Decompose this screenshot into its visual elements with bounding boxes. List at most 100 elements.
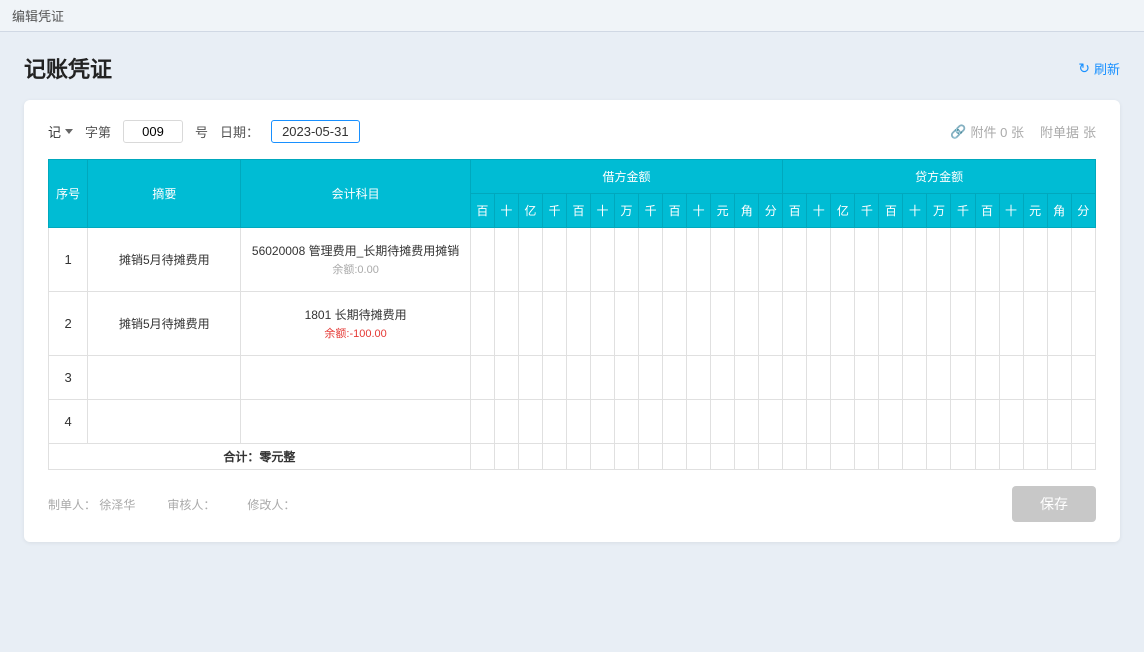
debit-digit-cell[interactable]: [711, 292, 735, 356]
debit-digit-cell[interactable]: [711, 400, 735, 444]
debit-digit-cell[interactable]: [518, 292, 542, 356]
debit-digit-cell[interactable]: [759, 356, 783, 400]
debit-digit-cell[interactable]: [542, 228, 566, 292]
credit-digit-cell[interactable]: [999, 292, 1023, 356]
credit-digit-cell[interactable]: [807, 400, 831, 444]
credit-digit-cell[interactable]: [879, 400, 903, 444]
debit-digit-cell[interactable]: [494, 400, 518, 444]
row-summary[interactable]: [88, 356, 241, 400]
debit-digit-cell[interactable]: [759, 400, 783, 444]
debit-digit-cell[interactable]: [566, 228, 590, 292]
credit-digit-cell[interactable]: [951, 292, 975, 356]
debit-digit-cell[interactable]: [735, 228, 759, 292]
credit-digit-cell[interactable]: [1071, 228, 1095, 292]
credit-digit-cell[interactable]: [783, 400, 807, 444]
debit-digit-cell[interactable]: [470, 400, 494, 444]
credit-digit-cell[interactable]: [855, 400, 879, 444]
debit-digit-cell[interactable]: [591, 400, 615, 444]
credit-digit-cell[interactable]: [783, 292, 807, 356]
voucher-number-input[interactable]: [123, 120, 183, 143]
credit-digit-cell[interactable]: [1023, 356, 1047, 400]
credit-digit-cell[interactable]: [999, 400, 1023, 444]
debit-digit-cell[interactable]: [566, 400, 590, 444]
credit-digit-cell[interactable]: [927, 292, 951, 356]
debit-digit-cell[interactable]: [615, 292, 639, 356]
credit-digit-cell[interactable]: [903, 400, 927, 444]
credit-digit-cell[interactable]: [1023, 228, 1047, 292]
row-summary[interactable]: 摊销5月待摊费用: [88, 292, 241, 356]
debit-digit-cell[interactable]: [591, 228, 615, 292]
credit-digit-cell[interactable]: [951, 228, 975, 292]
debit-digit-cell[interactable]: [566, 356, 590, 400]
credit-digit-cell[interactable]: [807, 292, 831, 356]
credit-digit-cell[interactable]: [975, 356, 999, 400]
debit-digit-cell[interactable]: [687, 228, 711, 292]
debit-digit-cell[interactable]: [639, 292, 663, 356]
debit-digit-cell[interactable]: [663, 292, 687, 356]
credit-digit-cell[interactable]: [927, 356, 951, 400]
credit-digit-cell[interactable]: [855, 292, 879, 356]
debit-digit-cell[interactable]: [470, 292, 494, 356]
row-account[interactable]: [241, 356, 471, 400]
debit-digit-cell[interactable]: [494, 356, 518, 400]
credit-digit-cell[interactable]: [999, 228, 1023, 292]
debit-digit-cell[interactable]: [735, 356, 759, 400]
credit-digit-cell[interactable]: [831, 400, 855, 444]
credit-digit-cell[interactable]: [807, 228, 831, 292]
credit-digit-cell[interactable]: [975, 228, 999, 292]
debit-digit-cell[interactable]: [687, 356, 711, 400]
debit-digit-cell[interactable]: [566, 292, 590, 356]
credit-digit-cell[interactable]: [975, 292, 999, 356]
debit-digit-cell[interactable]: [542, 400, 566, 444]
credit-digit-cell[interactable]: [1047, 400, 1071, 444]
row-account[interactable]: 56020008 管理费用_长期待摊费用摊销余额:0.00: [241, 228, 471, 292]
table-row[interactable]: 3: [49, 356, 1096, 400]
table-row[interactable]: 4: [49, 400, 1096, 444]
debit-digit-cell[interactable]: [663, 400, 687, 444]
debit-digit-cell[interactable]: [639, 228, 663, 292]
debit-digit-cell[interactable]: [591, 356, 615, 400]
credit-digit-cell[interactable]: [903, 356, 927, 400]
credit-digit-cell[interactable]: [1023, 400, 1047, 444]
debit-digit-cell[interactable]: [663, 228, 687, 292]
debit-digit-cell[interactable]: [639, 400, 663, 444]
table-row[interactable]: 1摊销5月待摊费用56020008 管理费用_长期待摊费用摊销余额:0.00: [49, 228, 1096, 292]
credit-digit-cell[interactable]: [1047, 356, 1071, 400]
credit-digit-cell[interactable]: [999, 356, 1023, 400]
credit-digit-cell[interactable]: [1071, 400, 1095, 444]
date-field[interactable]: 2023-05-31: [271, 120, 360, 143]
credit-digit-cell[interactable]: [951, 400, 975, 444]
credit-digit-cell[interactable]: [951, 356, 975, 400]
credit-digit-cell[interactable]: [975, 400, 999, 444]
credit-digit-cell[interactable]: [879, 292, 903, 356]
row-summary[interactable]: [88, 400, 241, 444]
debit-digit-cell[interactable]: [518, 400, 542, 444]
credit-digit-cell[interactable]: [783, 356, 807, 400]
row-summary[interactable]: 摊销5月待摊费用: [88, 228, 241, 292]
debit-digit-cell[interactable]: [711, 356, 735, 400]
credit-digit-cell[interactable]: [903, 292, 927, 356]
debit-digit-cell[interactable]: [735, 292, 759, 356]
voucher-type-dropdown[interactable]: 记: [48, 122, 73, 141]
debit-digit-cell[interactable]: [494, 228, 518, 292]
credit-digit-cell[interactable]: [879, 228, 903, 292]
debit-digit-cell[interactable]: [518, 228, 542, 292]
credit-digit-cell[interactable]: [783, 228, 807, 292]
credit-digit-cell[interactable]: [807, 356, 831, 400]
credit-digit-cell[interactable]: [903, 228, 927, 292]
debit-digit-cell[interactable]: [639, 356, 663, 400]
debit-digit-cell[interactable]: [735, 400, 759, 444]
debit-digit-cell[interactable]: [494, 292, 518, 356]
row-account[interactable]: 1801 长期待摊费用余额:-100.00: [241, 292, 471, 356]
credit-digit-cell[interactable]: [855, 228, 879, 292]
credit-digit-cell[interactable]: [879, 356, 903, 400]
debit-digit-cell[interactable]: [518, 356, 542, 400]
credit-digit-cell[interactable]: [1071, 292, 1095, 356]
credit-digit-cell[interactable]: [1047, 228, 1071, 292]
debit-digit-cell[interactable]: [687, 400, 711, 444]
credit-digit-cell[interactable]: [831, 356, 855, 400]
debit-digit-cell[interactable]: [470, 228, 494, 292]
debit-digit-cell[interactable]: [615, 356, 639, 400]
debit-digit-cell[interactable]: [470, 356, 494, 400]
table-row[interactable]: 2摊销5月待摊费用1801 长期待摊费用余额:-100.00: [49, 292, 1096, 356]
